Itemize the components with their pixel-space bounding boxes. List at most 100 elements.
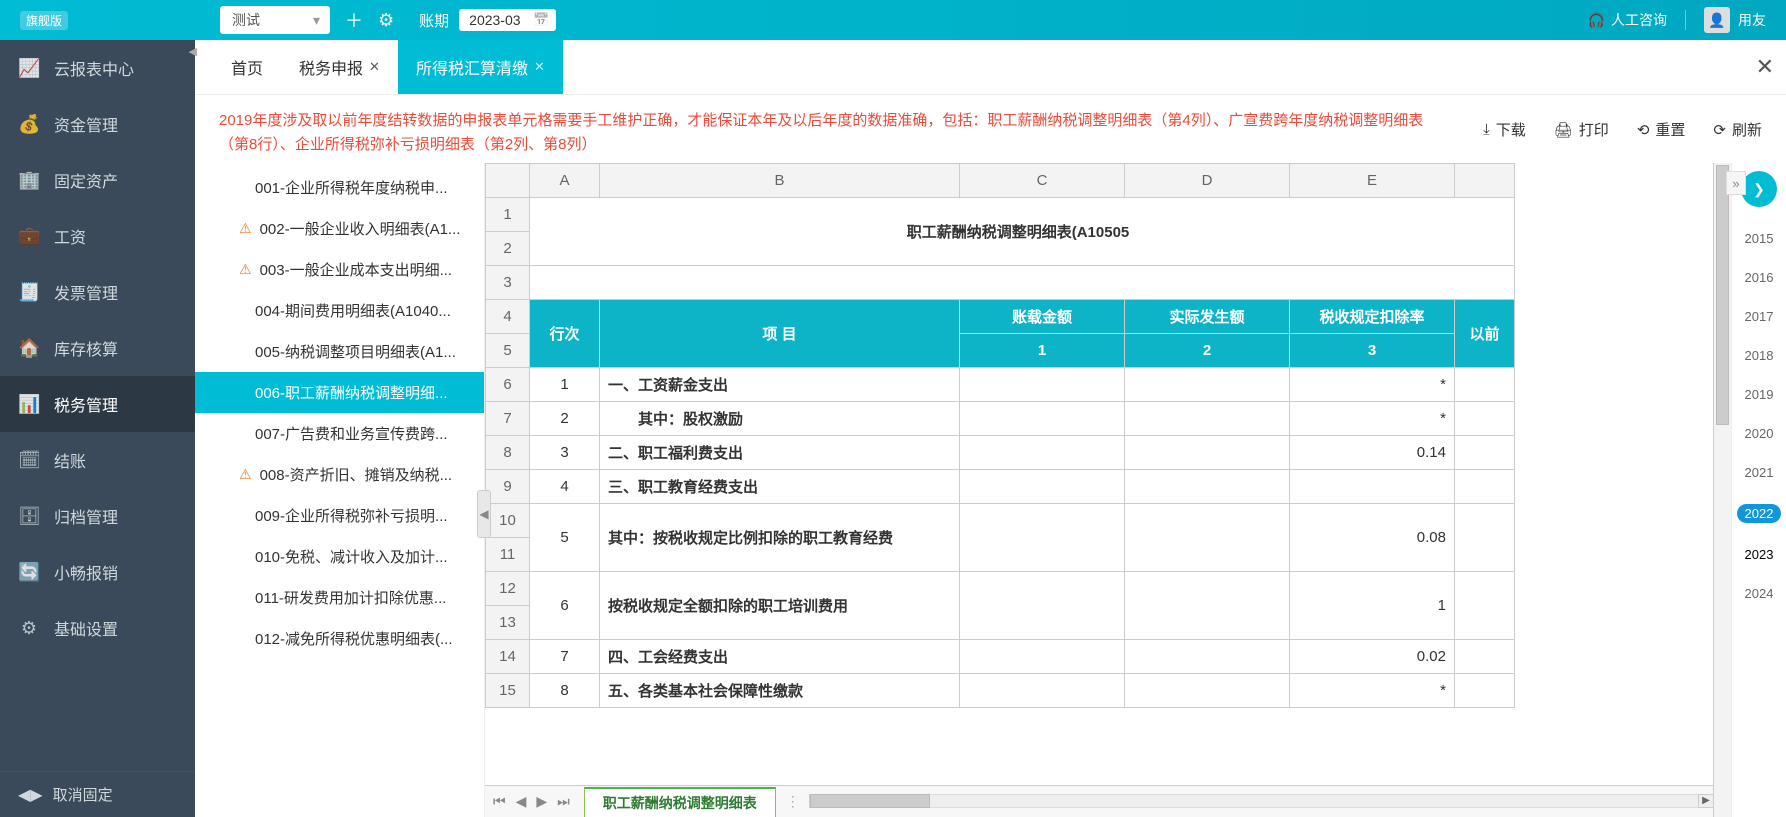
- sheet-tab[interactable]: 职工薪酬纳税调整明细表: [584, 787, 776, 817]
- form-list-item[interactable]: 006-职工薪酬纳税调整明细...: [195, 372, 484, 413]
- row-header[interactable]: 8: [486, 436, 530, 470]
- close-all-icon[interactable]: ✕: [1756, 54, 1774, 80]
- cell[interactable]: 1: [1290, 572, 1455, 640]
- cell-rownum[interactable]: 4: [530, 470, 600, 504]
- cell-item[interactable]: 五、各类基本社会保障性缴款: [600, 674, 960, 708]
- year-item[interactable]: 2016: [1745, 270, 1774, 285]
- cell[interactable]: [530, 266, 1515, 300]
- col-header[interactable]: D: [1125, 164, 1290, 198]
- tab-close-icon[interactable]: ✕: [534, 59, 545, 75]
- sheet-next-icon[interactable]: ▶: [536, 793, 547, 810]
- form-list-item[interactable]: 001-企业所得税年度纳税申...: [195, 167, 484, 208]
- spreadsheet[interactable]: A B C D E 1 职工薪酬纳税调整明细表(A10505: [485, 163, 1515, 708]
- download-button[interactable]: ⤓下载: [1483, 119, 1526, 140]
- form-list-item[interactable]: 011-研发费用加计扣除优惠...: [195, 577, 484, 618]
- sidebar-item[interactable]: 💰资金管理: [0, 96, 195, 152]
- hscroll-right-icon[interactable]: ▶: [1698, 794, 1713, 808]
- form-list-item[interactable]: 012-减免所得税优惠明细表(...: [195, 618, 484, 659]
- sidebar-item[interactable]: ⚙基础设置: [0, 600, 195, 656]
- cell[interactable]: *: [1290, 674, 1455, 708]
- cell-item[interactable]: 三、职工教育经费支出: [600, 470, 960, 504]
- sidebar-item[interactable]: 📈云报表中心: [0, 40, 195, 96]
- sidebar-item[interactable]: 📊税务管理: [0, 376, 195, 432]
- year-item[interactable]: 2021: [1745, 465, 1774, 480]
- row-header[interactable]: 14: [486, 640, 530, 674]
- sidebar-item[interactable]: 🔄小畅报销: [0, 544, 195, 600]
- cell[interactable]: [960, 436, 1125, 470]
- cell-item[interactable]: 二、职工福利费支出: [600, 436, 960, 470]
- cell[interactable]: [960, 674, 1125, 708]
- cell[interactable]: [960, 470, 1125, 504]
- cell[interactable]: [1125, 572, 1290, 640]
- sidebar-item[interactable]: 🧾发票管理: [0, 264, 195, 320]
- sheet-first-icon[interactable]: ⏮: [493, 793, 506, 810]
- row-header[interactable]: 13: [486, 606, 530, 640]
- row-header[interactable]: 1: [486, 198, 530, 232]
- col-header[interactable]: B: [600, 164, 960, 198]
- sheet-last-icon[interactable]: ⏭: [557, 793, 570, 810]
- collapse-handle[interactable]: ◀: [477, 490, 491, 538]
- sidebar-item[interactable]: 🏢固定资产: [0, 152, 195, 208]
- cell[interactable]: [1125, 470, 1290, 504]
- cell-rownum[interactable]: 1: [530, 368, 600, 402]
- row-header[interactable]: 4: [486, 300, 530, 334]
- cell-item[interactable]: 其中：按税收规定比例扣除的职工教育经费: [600, 504, 960, 572]
- cell[interactable]: *: [1290, 368, 1455, 402]
- cell-rownum[interactable]: 6: [530, 572, 600, 640]
- tab-close-icon[interactable]: ✕: [369, 59, 380, 75]
- cell[interactable]: [960, 572, 1125, 640]
- cell[interactable]: [1455, 572, 1515, 640]
- cell[interactable]: [1125, 402, 1290, 436]
- col-header[interactable]: A: [530, 164, 600, 198]
- year-item[interactable]: 2017: [1745, 309, 1774, 324]
- cell[interactable]: *: [1290, 402, 1455, 436]
- cell[interactable]: [1455, 402, 1515, 436]
- cell[interactable]: [1125, 504, 1290, 572]
- year-item[interactable]: 2023: [1745, 547, 1774, 562]
- refresh-button[interactable]: ⟳刷新: [1713, 119, 1762, 140]
- form-list-item[interactable]: 009-企业所得税弥补亏损明...: [195, 495, 484, 536]
- row-header[interactable]: 2: [486, 232, 530, 266]
- sheet-corner[interactable]: [486, 164, 530, 198]
- cell[interactable]: [1455, 504, 1515, 572]
- cell-rownum[interactable]: 2: [530, 402, 600, 436]
- cell[interactable]: [960, 402, 1125, 436]
- cell[interactable]: [1455, 674, 1515, 708]
- year-rail-bubble[interactable]: ❯: [1741, 171, 1777, 207]
- year-item[interactable]: 2018: [1745, 348, 1774, 363]
- cell[interactable]: [1455, 368, 1515, 402]
- cell[interactable]: 0.14: [1290, 436, 1455, 470]
- sheet-tab-resize[interactable]: ⋮: [776, 786, 810, 817]
- cell[interactable]: [1290, 470, 1455, 504]
- col-header[interactable]: E: [1290, 164, 1455, 198]
- cell-item[interactable]: 四、工会经费支出: [600, 640, 960, 674]
- sheet-prev-icon[interactable]: ◀: [516, 793, 527, 810]
- year-item[interactable]: 2022: [1737, 504, 1782, 523]
- vscroll-thumb[interactable]: [1716, 165, 1729, 425]
- cell[interactable]: [960, 640, 1125, 674]
- cell-item[interactable]: 一、工资薪金支出: [600, 368, 960, 402]
- tab[interactable]: 所得税汇算清缴✕: [398, 40, 563, 94]
- cell[interactable]: 0.02: [1290, 640, 1455, 674]
- cell[interactable]: [960, 504, 1125, 572]
- form-list-item[interactable]: 010-免税、减计收入及加计...: [195, 536, 484, 577]
- cell[interactable]: [1125, 436, 1290, 470]
- user-menu[interactable]: 👤 用友: [1704, 7, 1766, 33]
- form-list-item[interactable]: 005-纳税调整项目明细表(A1...: [195, 331, 484, 372]
- row-header[interactable]: 5: [486, 334, 530, 368]
- period-picker[interactable]: 2023-03: [459, 9, 555, 31]
- form-list-item[interactable]: ⚠002-一般企业收入明细表(A1...: [195, 208, 484, 249]
- cell[interactable]: [1455, 470, 1515, 504]
- cell-rownum[interactable]: 8: [530, 674, 600, 708]
- row-header[interactable]: 15: [486, 674, 530, 708]
- cell[interactable]: [960, 368, 1125, 402]
- year-item[interactable]: 2019: [1745, 387, 1774, 402]
- row-header[interactable]: 3: [486, 266, 530, 300]
- hscrollbar[interactable]: ◀ ▶: [810, 786, 1713, 817]
- row-header[interactable]: 11: [486, 538, 530, 572]
- sidebar-unpin[interactable]: ◀▶ 取消固定: [0, 771, 195, 817]
- form-list-item[interactable]: ⚠003-一般企业成本支出明细...: [195, 249, 484, 290]
- print-button[interactable]: 🖨打印: [1554, 119, 1609, 140]
- cell-item[interactable]: 其中：股权激励: [600, 402, 960, 436]
- year-item[interactable]: 2024: [1745, 586, 1774, 601]
